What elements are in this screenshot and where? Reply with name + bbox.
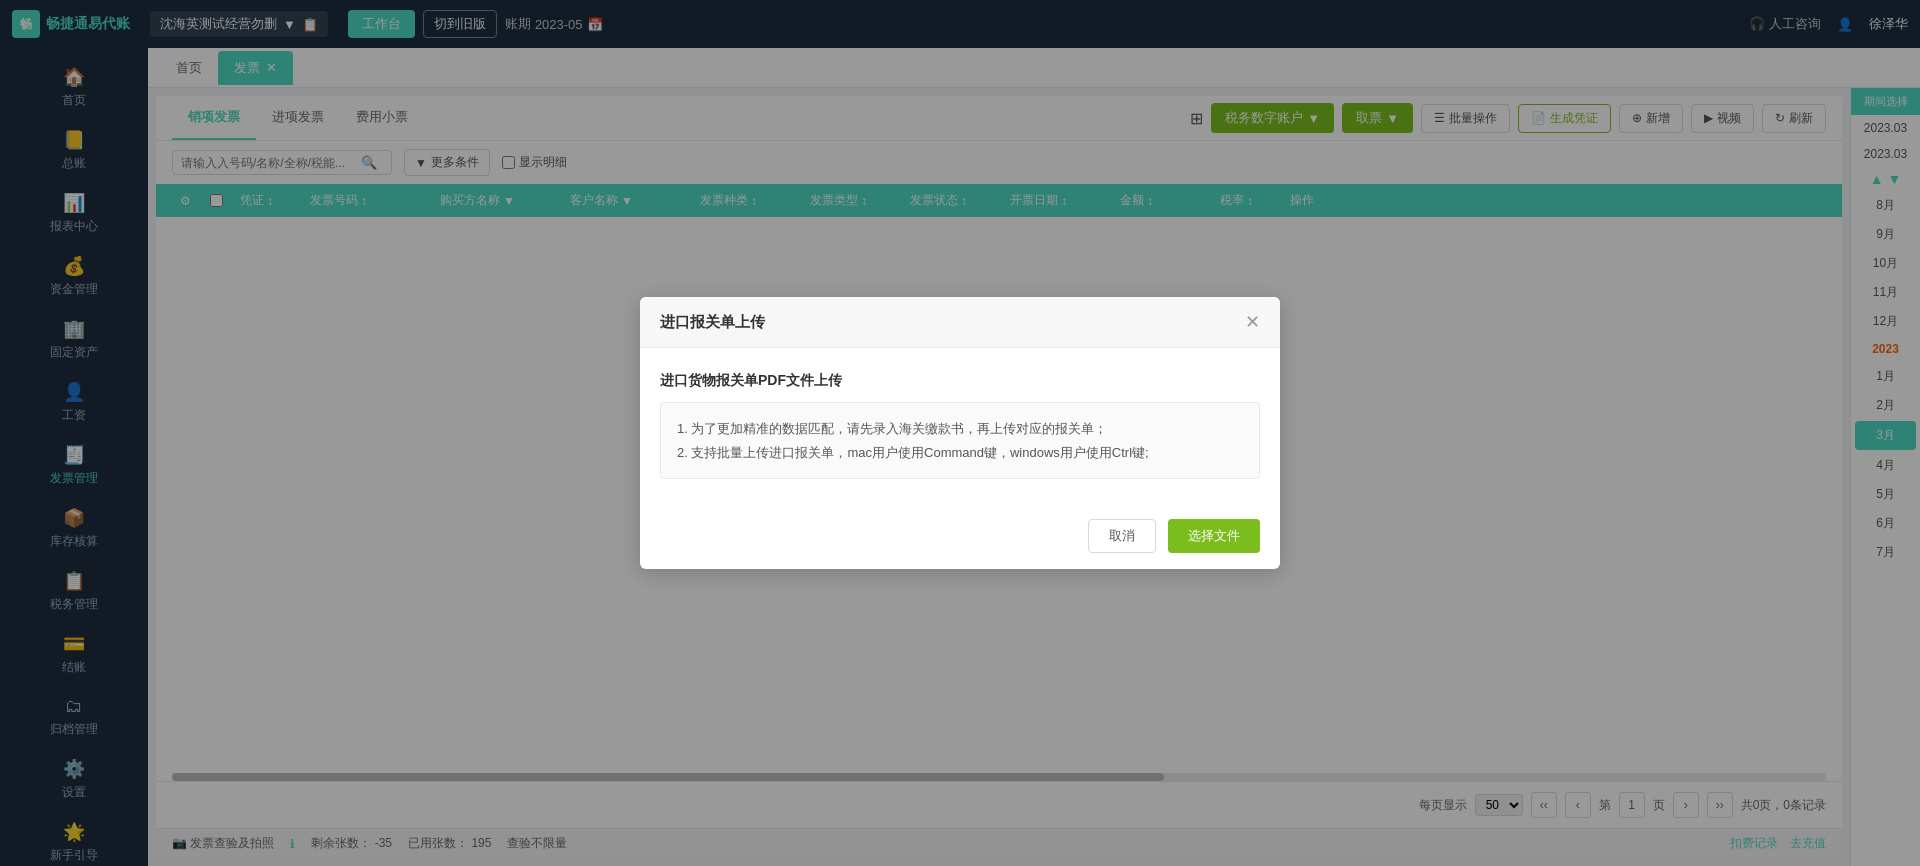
select-file-button[interactable]: 选择文件	[1168, 519, 1260, 553]
modal-footer: 取消 选择文件	[640, 503, 1280, 569]
modal-info-item-1: 2. 支持批量上传进口报关单，mac用户使用Command键，windows用户…	[677, 441, 1243, 464]
import-customs-modal: 进口报关单上传 ✕ 进口货物报关单PDF文件上传 1. 为了更加精准的数据匹配，…	[640, 297, 1280, 569]
modal-info-box: 1. 为了更加精准的数据匹配，请先录入海关缴款书，再上传对应的报关单； 2. 支…	[660, 402, 1260, 479]
modal-header: 进口报关单上传 ✕	[640, 297, 1280, 348]
modal-overlay[interactable]: 进口报关单上传 ✕ 进口货物报关单PDF文件上传 1. 为了更加精准的数据匹配，…	[0, 0, 1920, 866]
cancel-button[interactable]: 取消	[1088, 519, 1156, 553]
modal-close-button[interactable]: ✕	[1245, 311, 1260, 333]
modal-info-item-0: 1. 为了更加精准的数据匹配，请先录入海关缴款书，再上传对应的报关单；	[677, 417, 1243, 440]
modal-body: 进口货物报关单PDF文件上传 1. 为了更加精准的数据匹配，请先录入海关缴款书，…	[640, 348, 1280, 503]
modal-section-title: 进口货物报关单PDF文件上传	[660, 372, 1260, 390]
modal-title: 进口报关单上传	[660, 313, 765, 332]
